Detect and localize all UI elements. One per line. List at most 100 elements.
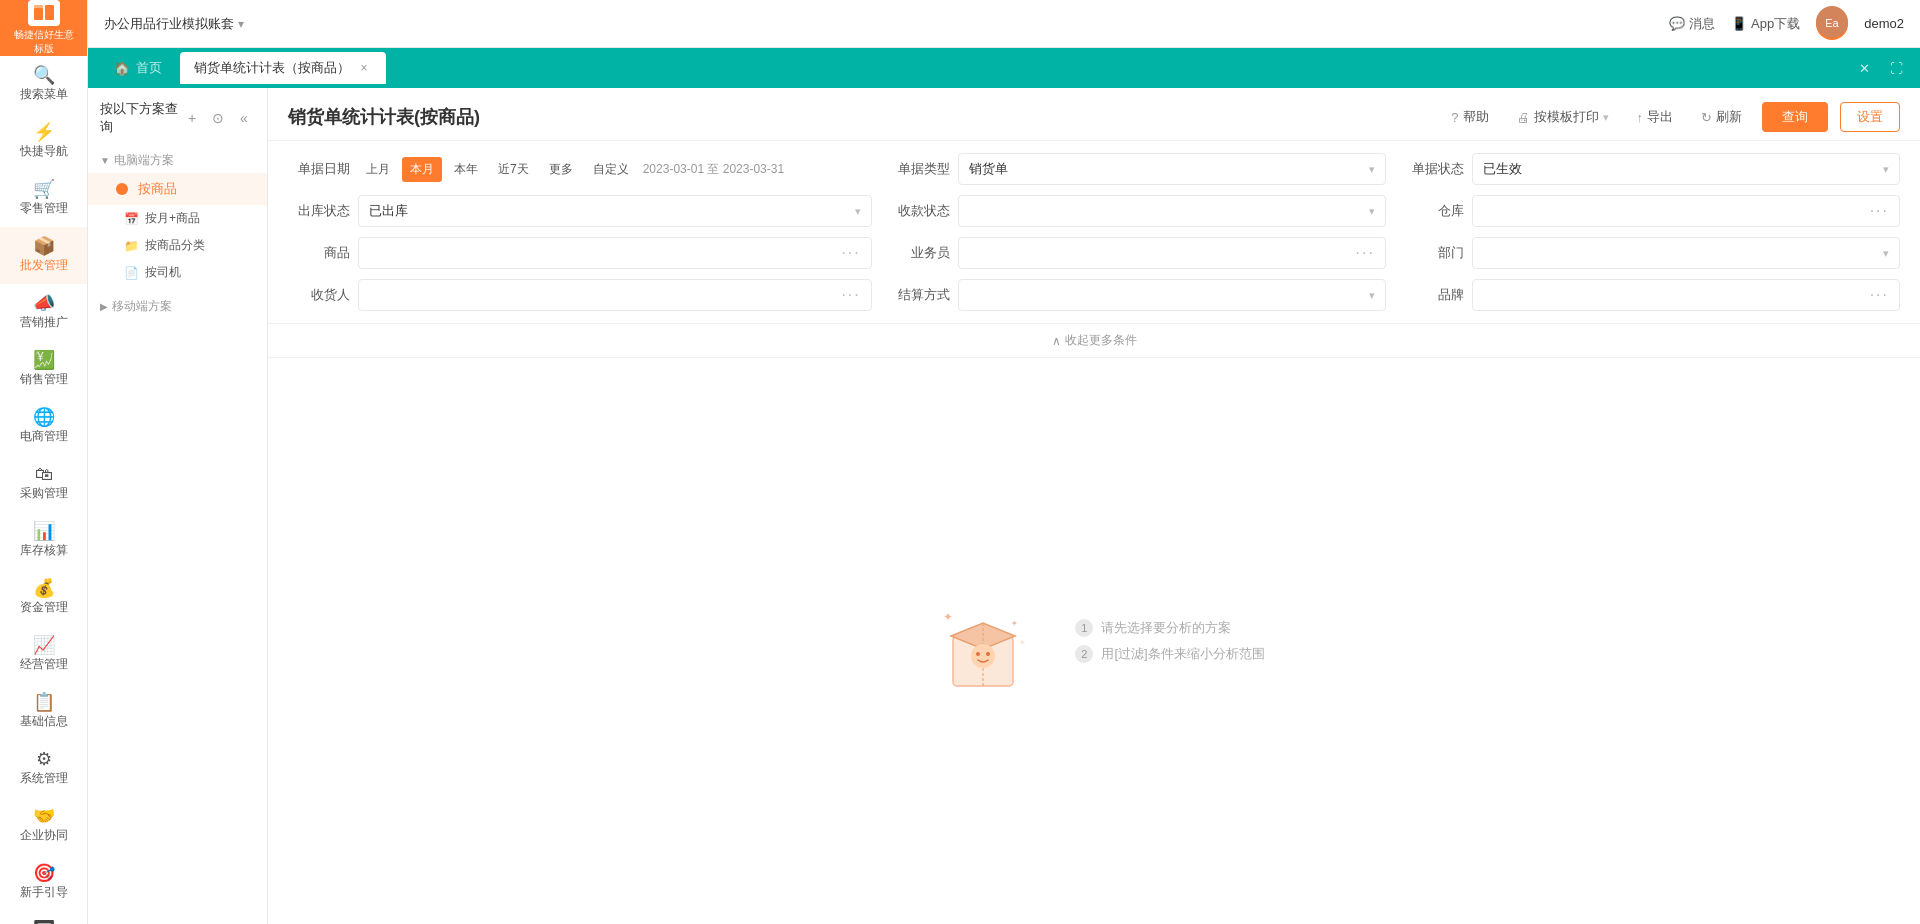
message-icon: 💬 <box>1669 16 1685 31</box>
filter-area: 单据日期 上月 本月 本年 近7天 更多 自定义 2023-03-01 <box>268 141 1920 324</box>
settings-button[interactable]: 设置 <box>1840 102 1900 132</box>
receipt-status-input[interactable]: ▾ <box>958 195 1386 227</box>
tree-sub-item-month-goods[interactable]: 📅 按月+商品 <box>88 205 267 232</box>
sidebar-item-apps[interactable]: 🔲 应用中心 <box>0 911 88 924</box>
window-close-button[interactable]: ✕ <box>1852 56 1876 80</box>
empty-state: ✦ ✦ ✦ 1 请先选择要分析的方案 2 用[过滤]条件来缩小分析范围 <box>268 358 1920 924</box>
message-label: 消息 <box>1689 15 1715 33</box>
empty-tip-2: 2 用[过滤]条件来缩小分析范围 <box>1075 645 1264 663</box>
filter-row-1: 单据日期 上月 本月 本年 近7天 更多 自定义 2023-03-01 <box>288 153 1900 185</box>
print-button[interactable]: 🖨 按模板打印 ▾ <box>1509 104 1617 130</box>
brand-input[interactable]: ··· <box>1472 279 1900 311</box>
tree-sub-item-driver[interactable]: 📄 按司机 <box>88 259 267 286</box>
salesman-label: 业务员 <box>888 244 958 262</box>
guide-icon: 🎯 <box>33 864 55 882</box>
page-header: 销货单统计计表(按商品) ? 帮助 🖨 按模板打印 ▾ ↑ 导出 <box>268 88 1920 141</box>
tree-item-by-goods[interactable]: 按商品 <box>88 173 267 205</box>
sidebar-item-operation[interactable]: 📈 经营管理 <box>0 626 88 683</box>
out-status-value: 已出库 <box>369 202 408 220</box>
svg-point-9 <box>976 652 980 656</box>
folder-icon: 📁 <box>124 239 139 253</box>
tree-sub-item-goods-category[interactable]: 📁 按商品分类 <box>88 232 267 259</box>
sidebar-item-system[interactable]: ⚙ 系统管理 <box>0 740 88 797</box>
sidebar-item-ecommerce[interactable]: 🌐 电商管理 <box>0 398 88 455</box>
sidebar-label-basic: 基础信息 <box>20 713 68 730</box>
export-button[interactable]: ↑ 导出 <box>1629 104 1682 130</box>
date-tab-custom[interactable]: 自定义 <box>585 157 637 182</box>
tree-group-pc-label[interactable]: ▼ 电脑端方案 <box>88 148 267 173</box>
tree-sub-item-driver-label: 按司机 <box>145 264 181 281</box>
sidebar-item-sales[interactable]: 💹 销售管理 <box>0 341 88 398</box>
sidebar-item-wholesale[interactable]: 📦 批发管理 <box>0 227 88 284</box>
sidebar-item-marketing[interactable]: 📣 营销推广 <box>0 284 88 341</box>
purchase-icon: 🛍 <box>35 465 53 483</box>
main-area: 办公用品行业模拟账套 ▾ 💬 消息 📱 App下载 Ea <box>88 0 1920 924</box>
panel-collapse-button[interactable]: « <box>233 107 255 129</box>
svg-rect-0 <box>34 8 43 20</box>
date-tab-last-month[interactable]: 上月 <box>358 157 398 182</box>
page-actions: ? 帮助 🖨 按模板打印 ▾ ↑ 导出 ↻ 刷新 <box>1443 102 1900 132</box>
out-status-input[interactable]: 已出库 ▾ <box>358 195 872 227</box>
sidebar-label-purchase: 采购管理 <box>20 485 68 502</box>
empty-tip-1-label: 请先选择要分析的方案 <box>1101 619 1231 637</box>
tab-home[interactable]: 🏠 首页 <box>100 52 176 84</box>
panel-settings-button[interactable]: ⊙ <box>207 107 229 129</box>
sidebar-item-inventory[interactable]: 📊 库存核算 <box>0 512 88 569</box>
date-tab-7days[interactable]: 近7天 <box>490 157 537 182</box>
payment-input[interactable]: ▾ <box>958 279 1386 311</box>
workspace-selector[interactable]: 办公用品行业模拟账套 ▾ <box>104 15 244 33</box>
tree-mobile-expand-icon: ▶ <box>100 301 108 312</box>
panel-header-label: 按以下方案查询 <box>100 100 181 136</box>
sidebar-item-enterprise[interactable]: 🤝 企业协同 <box>0 797 88 854</box>
sidebar-logo[interactable]: 畅捷信好生意 标版 <box>0 0 88 56</box>
user-avatar[interactable]: Ea <box>1816 8 1848 40</box>
retail-icon: 🛒 <box>33 180 55 198</box>
query-button[interactable]: 查询 <box>1762 102 1828 132</box>
app-download-label: App下载 <box>1751 15 1800 33</box>
by-goods-icon <box>112 179 132 199</box>
help-button[interactable]: ? 帮助 <box>1443 104 1496 130</box>
tab-home-label: 首页 <box>136 59 162 77</box>
date-tab-more[interactable]: 更多 <box>541 157 581 182</box>
tab-close-icon[interactable]: × <box>356 60 372 76</box>
sidebar-item-guide[interactable]: 🎯 新手引导 <box>0 854 88 911</box>
collapse-bar[interactable]: ∧ 收起更多条件 <box>268 324 1920 358</box>
tree-group-mobile-label[interactable]: ▶ 移动端方案 <box>88 294 267 319</box>
salesman-input[interactable]: ··· <box>958 237 1386 269</box>
sidebar-item-purchase[interactable]: 🛍 采购管理 <box>0 455 88 512</box>
date-tab-this-year[interactable]: 本年 <box>446 157 486 182</box>
panel-header: 按以下方案查询 + ⊙ « <box>88 100 267 144</box>
content-area: 按以下方案查询 + ⊙ « ▼ 电脑端方案 <box>88 88 1920 924</box>
refresh-button[interactable]: ↻ 刷新 <box>1693 104 1750 130</box>
department-input[interactable]: ▾ <box>1472 237 1900 269</box>
doc-status-value: 已生效 <box>1483 160 1522 178</box>
logo-subtitle: 标版 <box>34 42 54 56</box>
calendar-icon: 📅 <box>124 212 139 226</box>
warehouse-input[interactable]: ··· <box>1472 195 1900 227</box>
brand-label: 品牌 <box>1402 286 1472 304</box>
date-tab-this-month[interactable]: 本月 <box>402 157 442 182</box>
receiver-input[interactable]: ··· <box>358 279 872 311</box>
message-button[interactable]: 💬 消息 <box>1669 15 1715 33</box>
panel-add-button[interactable]: + <box>181 107 203 129</box>
help-label: 帮助 <box>1463 108 1489 126</box>
sidebar-item-finance[interactable]: 💰 资金管理 <box>0 569 88 626</box>
sidebar-item-basic[interactable]: 📋 基础信息 <box>0 683 88 740</box>
user-avatar-image: Ea <box>1816 6 1848 41</box>
svg-text:✦: ✦ <box>943 610 953 624</box>
username-label: demo2 <box>1864 16 1904 31</box>
tree-expand-icon: ▼ <box>100 155 110 166</box>
driver-icon: 📄 <box>124 266 139 280</box>
receiver-label: 收货人 <box>288 286 358 304</box>
window-maximize-button[interactable]: ⛶ <box>1884 56 1908 80</box>
sidebar-item-search[interactable]: 🔍 搜索菜单 <box>0 56 88 113</box>
app-download-button[interactable]: 📱 App下载 <box>1731 15 1800 33</box>
out-status-label: 出库状态 <box>288 202 358 220</box>
sidebar-item-retail[interactable]: 🛒 零售管理 <box>0 170 88 227</box>
goods-input[interactable]: ··· <box>358 237 872 269</box>
sidebar-item-quicknav[interactable]: ⚡ 快捷导航 <box>0 113 88 170</box>
doc-status-input[interactable]: 已生效 ▾ <box>1472 153 1900 185</box>
tree-item-by-goods-label: 按商品 <box>138 180 177 198</box>
doc-type-input[interactable]: 销货单 ▾ <box>958 153 1386 185</box>
tab-current[interactable]: 销货单统计计表（按商品） × <box>180 52 386 84</box>
